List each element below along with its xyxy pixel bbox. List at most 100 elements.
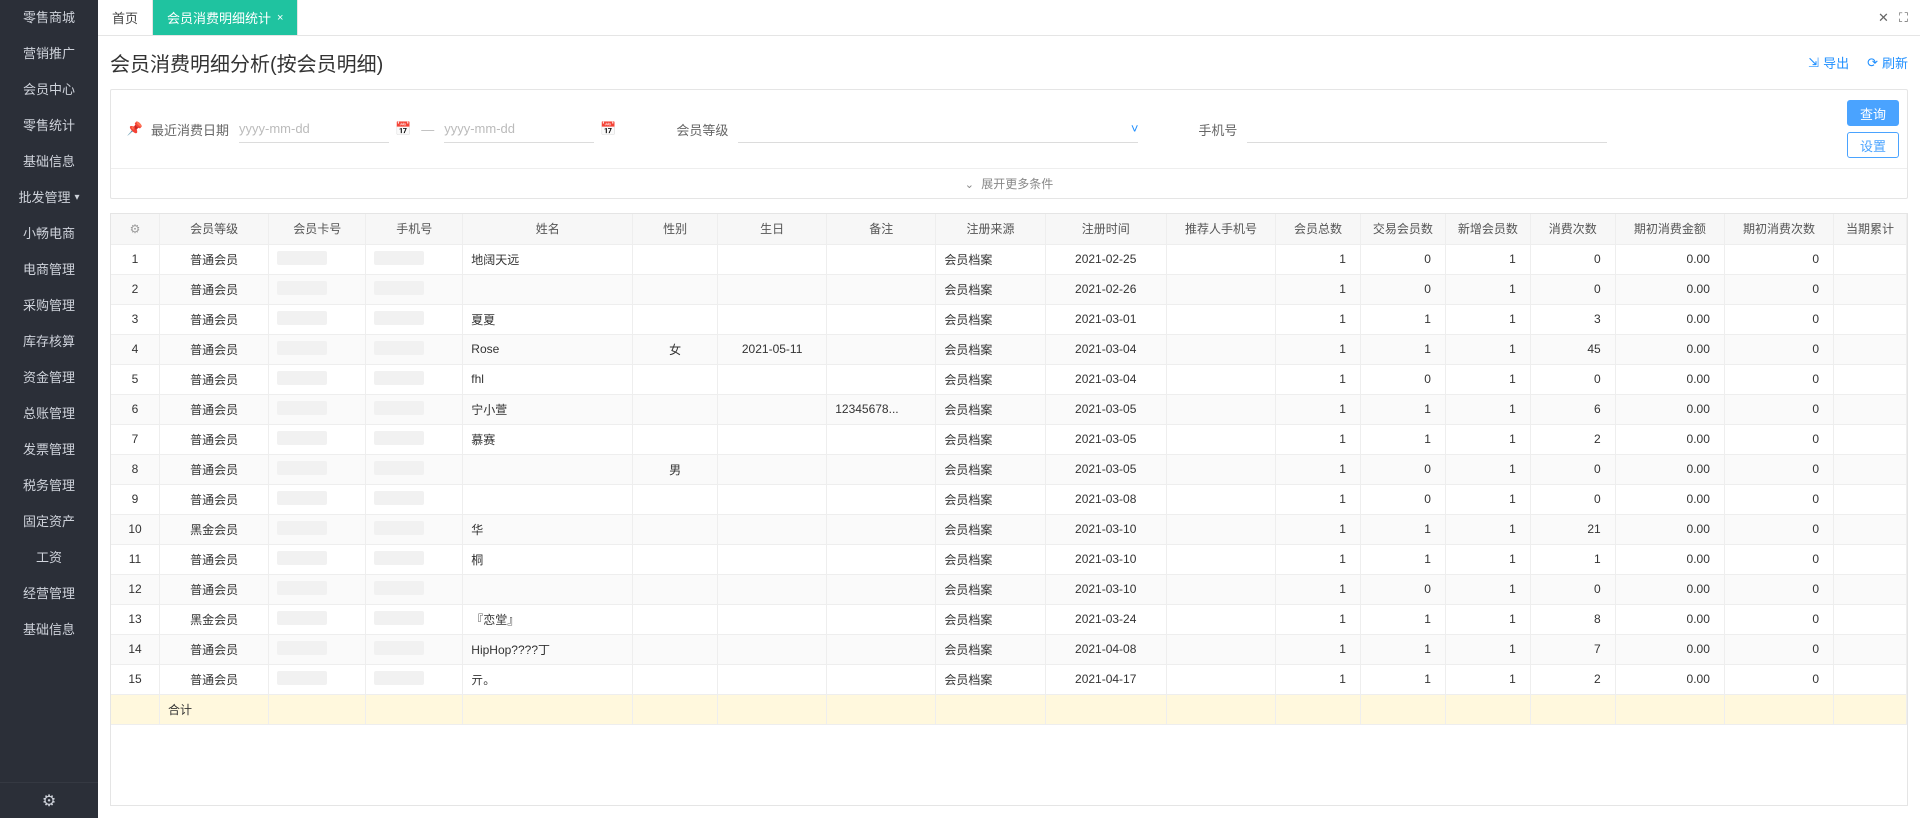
cell: 慕赛 <box>463 424 633 454</box>
col-header[interactable]: 生日 <box>718 214 827 244</box>
export-action[interactable]: ⇲ 导出 <box>1808 53 1849 72</box>
sidebar-item-8[interactable]: 采购管理 <box>0 288 98 324</box>
cell-redacted <box>269 304 366 334</box>
cell: 1 <box>1276 634 1361 664</box>
cell: 2 <box>1530 424 1615 454</box>
col-header[interactable]: 推荐人手机号 <box>1166 214 1275 244</box>
col-header[interactable]: 注册来源 <box>936 214 1045 244</box>
cell <box>718 604 827 634</box>
refresh-action[interactable]: ⟳ 刷新 <box>1867 53 1908 72</box>
sidebar-item-5[interactable]: 批发管理▾ <box>0 180 98 216</box>
table-row[interactable]: 13黑金会员『恋堂』会员档案2021-03-2411180.000 <box>111 604 1907 634</box>
table-row[interactable]: 12普通会员会员档案2021-03-1010100.000 <box>111 574 1907 604</box>
sidebar-item-7[interactable]: 电商管理 <box>0 252 98 288</box>
sidebar-item-4[interactable]: 基础信息 <box>0 144 98 180</box>
cell: 夏夏 <box>463 304 633 334</box>
col-header[interactable]: 期初消费次数 <box>1724 214 1833 244</box>
table-row[interactable]: 2普通会员会员档案2021-02-2610100.000 <box>111 274 1907 304</box>
sidebar-item-16[interactable]: 经营管理 <box>0 576 98 612</box>
col-header[interactable]: 交易会员数 <box>1360 214 1445 244</box>
table-row[interactable]: 10黑金会员华会员档案2021-03-10111210.000 <box>111 514 1907 544</box>
col-header[interactable]: 会员卡号 <box>269 214 366 244</box>
cell <box>718 664 827 694</box>
cell <box>827 334 936 364</box>
col-header[interactable]: 当期累计 <box>1834 214 1907 244</box>
col-header[interactable]: 期初消费金额 <box>1615 214 1724 244</box>
cell <box>633 424 718 454</box>
col-header[interactable]: 会员等级 <box>160 214 269 244</box>
cell: 0.00 <box>1615 394 1724 424</box>
date-to-input[interactable] <box>444 115 594 143</box>
cell: 0.00 <box>1615 454 1724 484</box>
cell <box>718 574 827 604</box>
expand-filters[interactable]: ⌄ 展开更多条件 <box>111 168 1907 198</box>
table-row[interactable]: 11普通会员桐会员档案2021-03-1011110.000 <box>111 544 1907 574</box>
sidebar-item-label: 小畅电商 <box>23 226 75 241</box>
cell: 普通会员 <box>160 664 269 694</box>
cell: 1 <box>1276 544 1361 574</box>
calendar-icon[interactable]: 📅 <box>600 121 616 137</box>
table-row[interactable]: 1普通会员地阔天远会员档案2021-02-2510100.000 <box>111 244 1907 274</box>
fullscreen-icon[interactable]: ⛶ <box>1899 10 1908 26</box>
sidebar-item-12[interactable]: 发票管理 <box>0 432 98 468</box>
cell <box>1834 334 1907 364</box>
col-header[interactable]: 消费次数 <box>1530 214 1615 244</box>
col-header[interactable]: 新增会员数 <box>1445 214 1530 244</box>
col-header[interactable]: 备注 <box>827 214 936 244</box>
tab-home[interactable]: 首页 <box>98 0 153 35</box>
table-row[interactable]: 15普通会员亓。会员档案2021-04-1711120.000 <box>111 664 1907 694</box>
table-row[interactable]: 14普通会员HipHop????丁会员档案2021-04-0811170.000 <box>111 634 1907 664</box>
refresh-label: 刷新 <box>1882 53 1908 72</box>
tab-active[interactable]: 会员消费明细统计 × <box>153 0 298 35</box>
sidebar-item-13[interactable]: 税务管理 <box>0 468 98 504</box>
settings-button[interactable]: 设置 <box>1847 132 1899 158</box>
phone-input[interactable] <box>1247 115 1607 143</box>
table-row[interactable]: 9普通会员会员档案2021-03-0810100.000 <box>111 484 1907 514</box>
sidebar-item-2[interactable]: 会员中心 <box>0 72 98 108</box>
table-row[interactable]: 5普通会员fhl会员档案2021-03-0410100.000 <box>111 364 1907 394</box>
col-header[interactable]: 性别 <box>633 214 718 244</box>
sidebar-item-14[interactable]: 固定资产 <box>0 504 98 540</box>
sidebar-settings[interactable]: ⚙ <box>0 782 98 818</box>
sidebar-item-0[interactable]: 零售商城 <box>0 0 98 36</box>
cell-redacted <box>269 544 366 574</box>
col-header[interactable]: 会员总数 <box>1276 214 1361 244</box>
col-header[interactable]: 手机号 <box>366 214 463 244</box>
close-icon[interactable]: × <box>277 12 283 24</box>
table-row[interactable]: 7普通会员慕赛会员档案2021-03-0511120.000 <box>111 424 1907 454</box>
table-row[interactable]: 6普通会员宁小萱12345678...会员档案2021-03-0511160.0… <box>111 394 1907 424</box>
cell: 1 <box>1360 604 1445 634</box>
table-row[interactable]: 4普通会员Rose女2021-05-11会员档案2021-03-04111450… <box>111 334 1907 364</box>
cell <box>718 514 827 544</box>
col-header[interactable]: ⚙ <box>111 214 160 244</box>
tab-close-all[interactable]: ✕ <box>1878 10 1889 26</box>
cell <box>1166 634 1275 664</box>
pin-icon[interactable]: 📌 <box>119 121 151 137</box>
sidebar-item-6[interactable]: 小畅电商 <box>0 216 98 252</box>
level-select[interactable] <box>738 115 1138 143</box>
data-table[interactable]: ⚙会员等级会员卡号手机号姓名性别生日备注注册来源注册时间推荐人手机号会员总数交易… <box>110 213 1908 806</box>
cell <box>633 514 718 544</box>
sidebar-item-3[interactable]: 零售统计 <box>0 108 98 144</box>
chevron-down-icon[interactable]: ˅ <box>1131 121 1139 136</box>
sidebar-item-9[interactable]: 库存核算 <box>0 324 98 360</box>
sidebar-item-10[interactable]: 资金管理 <box>0 360 98 396</box>
sidebar-item-17[interactable]: 基础信息 <box>0 612 98 648</box>
calendar-icon[interactable]: 📅 <box>395 121 411 137</box>
col-header[interactable]: 姓名 <box>463 214 633 244</box>
search-button[interactable]: 查询 <box>1847 100 1899 126</box>
cell <box>633 274 718 304</box>
cell: 1 <box>1276 664 1361 694</box>
table-row[interactable]: 8普通会员男会员档案2021-03-0510100.000 <box>111 454 1907 484</box>
cell-redacted <box>269 394 366 424</box>
sidebar-item-1[interactable]: 营销推广 <box>0 36 98 72</box>
sidebar-item-11[interactable]: 总账管理 <box>0 396 98 432</box>
cell: 0 <box>1530 364 1615 394</box>
cell <box>718 364 827 394</box>
cell: 会员档案 <box>936 604 1045 634</box>
col-header[interactable]: 注册时间 <box>1045 214 1166 244</box>
sidebar-item-15[interactable]: 工资 <box>0 540 98 576</box>
table-row[interactable]: 3普通会员夏夏会员档案2021-03-0111130.000 <box>111 304 1907 334</box>
cell: 14 <box>111 634 160 664</box>
date-from-input[interactable] <box>239 115 389 143</box>
